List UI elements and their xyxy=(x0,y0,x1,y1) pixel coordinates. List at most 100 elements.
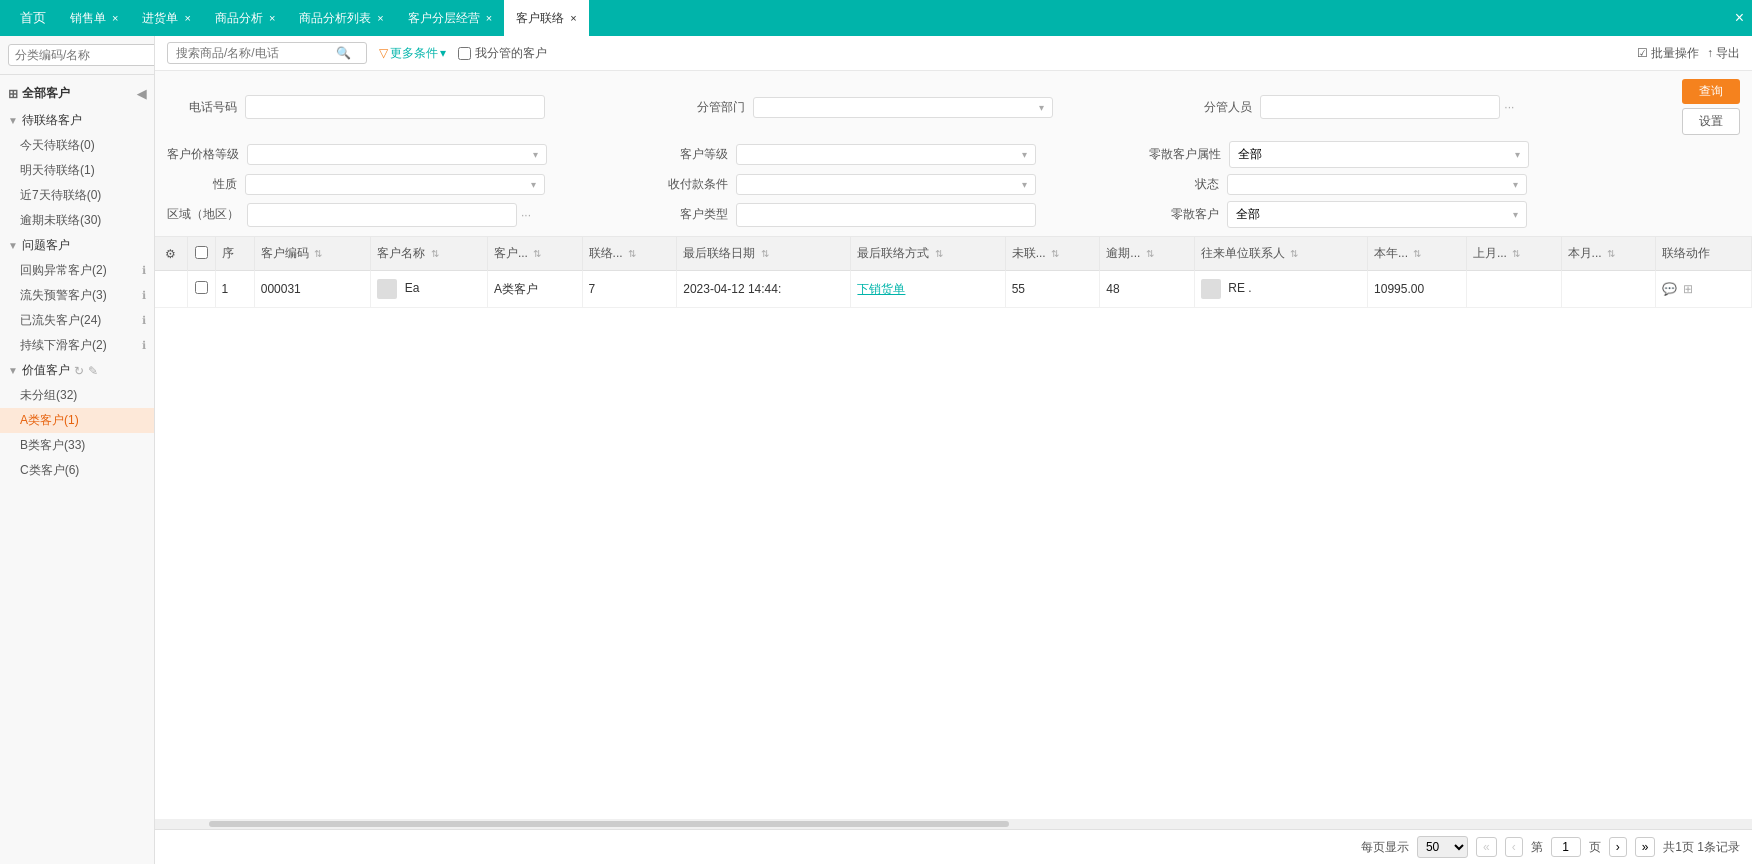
settings-button[interactable]: 设置 xyxy=(1682,108,1740,135)
sidebar-item-c-class[interactable]: C类客户(6) xyxy=(0,458,154,483)
query-button[interactable]: 查询 xyxy=(1682,79,1740,104)
sidebar-item-ungrouped[interactable]: 未分组(32) xyxy=(0,383,154,408)
contact-person-sort-icon[interactable]: ⇅ xyxy=(1290,248,1298,259)
more-filters-button[interactable]: ▽ 更多条件 ▾ xyxy=(379,45,446,62)
sidebar-item-b-class[interactable]: B类客户(33) xyxy=(0,433,154,458)
customer-type-input[interactable] xyxy=(736,203,1036,227)
gear-column-header[interactable]: ⚙ xyxy=(155,237,187,271)
sidebar-search-input[interactable] xyxy=(8,44,155,66)
batch-operation-button[interactable]: ☑ 批量操作 xyxy=(1637,45,1699,62)
nature-select[interactable]: ▾ xyxy=(245,174,545,195)
status-select[interactable]: ▾ xyxy=(1227,174,1527,195)
edit-icon[interactable]: ✎ xyxy=(88,364,98,378)
last-contact-date-sort-icon[interactable]: ⇅ xyxy=(761,248,769,259)
dept-select[interactable]: ▾ xyxy=(753,97,1053,118)
retail-attr-select[interactable]: 全部 ▾ xyxy=(1229,141,1529,168)
row-last-contact-method: 下销货单 xyxy=(851,271,1005,308)
collapse-icon[interactable]: ◀ xyxy=(137,87,146,101)
my-customers-checkbox[interactable] xyxy=(458,47,471,60)
person-input[interactable] xyxy=(1260,95,1500,119)
tab-sales-order[interactable]: 销售单 × xyxy=(58,0,130,36)
filter-row-1: 电话号码 分管部门 ▾ 分管人员 ··· 查询 设置 xyxy=(167,79,1740,135)
last-month-column-header: 上月... ⇅ xyxy=(1466,237,1561,271)
customer-level-select[interactable]: ▾ xyxy=(736,144,1036,165)
tab-product-analysis[interactable]: 商品分析 × xyxy=(203,0,287,36)
sidebar-item-tomorrow-contact[interactable]: 明天待联络(1) xyxy=(0,158,154,183)
next-page-button[interactable]: › xyxy=(1609,837,1627,857)
sidebar-item-today-contact[interactable]: 今天待联络(0) xyxy=(0,133,154,158)
tab-product-analysis-list[interactable]: 商品分析列表 × xyxy=(287,0,395,36)
actions-column-header: 联络动作 xyxy=(1656,237,1752,271)
price-level-select[interactable]: ▾ xyxy=(247,144,547,165)
table-row: 1 000031 Ea A类客户 7 2023-04-12 14:44: 下销货… xyxy=(155,271,1752,308)
name-sort-icon[interactable]: ⇅ xyxy=(431,248,439,259)
overdue-sort-icon[interactable]: ⇅ xyxy=(1146,248,1154,259)
region-input[interactable] xyxy=(247,203,517,227)
sidebar-item-churned[interactable]: 已流失客户(24) ℹ xyxy=(0,308,154,333)
no-contact-sort-icon[interactable]: ⇅ xyxy=(1051,248,1059,259)
last-contact-method-sort-icon[interactable]: ⇅ xyxy=(935,248,943,259)
current-page-input[interactable] xyxy=(1551,837,1581,857)
this-year-sort-icon[interactable]: ⇅ xyxy=(1413,248,1421,259)
sidebar-item-repurchase-abnormal[interactable]: 回购异常客户(2) ℹ xyxy=(0,258,154,283)
close-sales-order-icon[interactable]: × xyxy=(112,12,118,24)
retail-customer-select[interactable]: 全部 ▾ xyxy=(1227,201,1527,228)
person-dots-icon[interactable]: ··· xyxy=(1504,100,1514,114)
this-month-column-header: 本月... ⇅ xyxy=(1561,237,1656,271)
refresh-icon[interactable]: ↻ xyxy=(74,364,84,378)
close-product-analysis-icon[interactable]: × xyxy=(269,12,275,24)
horizontal-scrollbar[interactable] xyxy=(155,819,1752,829)
sidebar-group-problem-customers[interactable]: ▼ 问题客户 xyxy=(0,233,154,258)
sidebar-item-a-class[interactable]: A类客户(1) xyxy=(0,408,154,433)
row-contact-count: 7 xyxy=(582,271,677,308)
contact-count-sort-icon[interactable]: ⇅ xyxy=(628,248,636,259)
this-month-sort-icon[interactable]: ⇅ xyxy=(1607,248,1615,259)
per-page-select[interactable]: 50 100 200 xyxy=(1417,836,1468,858)
retail-customer-arrow: ▾ xyxy=(1513,209,1518,220)
last-contact-method-link[interactable]: 下销货单 xyxy=(857,282,905,296)
close-purchase-order-icon[interactable]: × xyxy=(184,12,190,24)
sidebar-group-value-customers[interactable]: ▼ 价值客户 ↻ ✎ xyxy=(0,358,154,383)
select-all-checkbox[interactable] xyxy=(195,246,208,259)
main-layout: 🔍 ⊞ 全部客户 ◀ ▼ 待联络客户 今天待联络(0) 明天待联络(1) 近7天… xyxy=(0,36,1752,864)
no-contact-column-header: 未联... ⇅ xyxy=(1005,237,1100,271)
close-customer-contact-icon[interactable]: × xyxy=(570,12,576,24)
prev-page-button[interactable]: ‹ xyxy=(1505,837,1523,857)
first-page-button[interactable]: « xyxy=(1476,837,1497,857)
customer-level-sort-icon[interactable]: ⇅ xyxy=(533,248,541,259)
last-page-button[interactable]: » xyxy=(1635,837,1656,857)
sidebar-item-overdue-contact[interactable]: 逾期未联络(30) xyxy=(0,208,154,233)
my-customers-checkbox-wrap: 我分管的客户 xyxy=(458,45,547,62)
customer-avatar xyxy=(377,279,397,299)
close-product-analysis-list-icon[interactable]: × xyxy=(377,12,383,24)
action-message-icon[interactable]: 💬 xyxy=(1662,282,1677,296)
row-gear xyxy=(155,271,187,308)
close-customer-segment-icon[interactable]: × xyxy=(486,12,492,24)
info-icon4: ℹ xyxy=(142,339,146,352)
last-month-sort-icon[interactable]: ⇅ xyxy=(1512,248,1520,259)
payment-select[interactable]: ▾ xyxy=(736,174,1036,195)
row-contact-person: RE . xyxy=(1194,271,1367,308)
tab-customer-segment[interactable]: 客户分层经营 × xyxy=(396,0,504,36)
tab-customer-contact[interactable]: 客户联络 × xyxy=(504,0,588,36)
all-customers-header[interactable]: ⊞ 全部客户 ◀ xyxy=(8,81,146,106)
nav-home[interactable]: 首页 xyxy=(8,0,58,36)
action-qr-icon[interactable]: ⊞ xyxy=(1683,282,1693,296)
row-customer-level: A类客户 xyxy=(487,271,582,308)
tab-purchase-order[interactable]: 进货单 × xyxy=(130,0,202,36)
group-arrow-icon2: ▼ xyxy=(8,240,18,251)
region-dots-icon[interactable]: ··· xyxy=(521,208,531,222)
code-sort-icon[interactable]: ⇅ xyxy=(314,248,322,259)
sidebar-item-churn-warning[interactable]: 流失预警客户(3) ℹ xyxy=(0,283,154,308)
phone-input[interactable] xyxy=(245,95,545,119)
row-checkbox[interactable] xyxy=(195,281,208,294)
search-icon[interactable]: 🔍 xyxy=(336,46,351,60)
sidebar-item-7days-contact[interactable]: 近7天待联络(0) xyxy=(0,183,154,208)
scrollbar-thumb[interactable] xyxy=(209,821,1009,827)
sidebar-group-pending-contact[interactable]: ▼ 待联络客户 xyxy=(0,108,154,133)
close-window-icon[interactable]: × xyxy=(1735,9,1744,27)
export-button[interactable]: ↑ 导出 xyxy=(1707,45,1740,62)
filter-customer-level: 客户等级 ▾ xyxy=(658,144,1129,165)
search-input[interactable] xyxy=(176,46,336,60)
sidebar-item-declining[interactable]: 持续下滑客户(2) ℹ xyxy=(0,333,154,358)
